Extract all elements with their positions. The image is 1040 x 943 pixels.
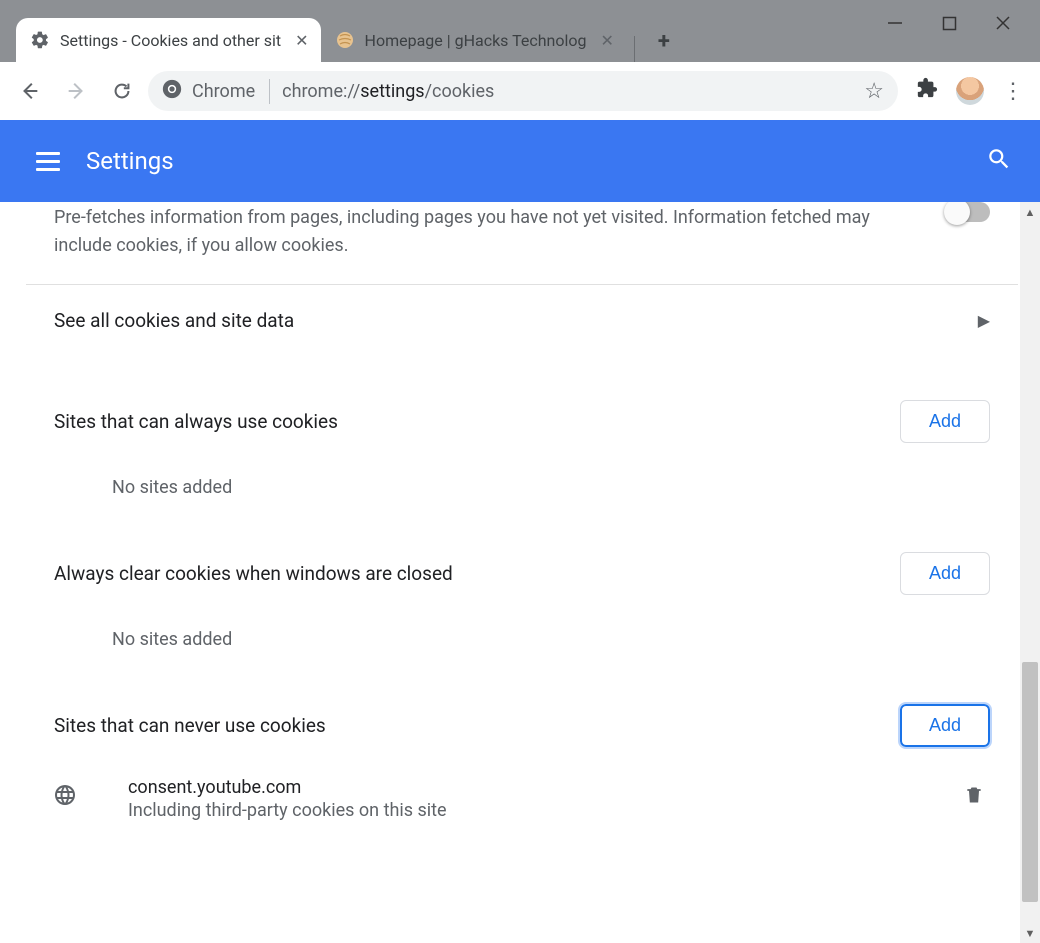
empty-message: No sites added xyxy=(26,443,1018,508)
section-title: Always clear cookies when windows are cl… xyxy=(54,562,453,585)
globe-icon xyxy=(52,783,78,813)
tab-title: Homepage | gHacks Technolog xyxy=(365,31,587,50)
vertical-scrollbar[interactable]: ▲ ▼ xyxy=(1020,202,1040,943)
site-info-chip[interactable]: Chrome xyxy=(162,79,270,104)
site-info[interactable]: consent.youtube.com Including third-part… xyxy=(128,775,944,821)
prefetch-description: Pre-fetches information from pages, incl… xyxy=(54,204,894,260)
toolbar-actions: ⋮ xyxy=(904,77,1030,105)
prefetch-toggle[interactable] xyxy=(946,202,990,222)
section-never-allow: Sites that can never use cookies Add xyxy=(26,660,1018,747)
trash-icon[interactable] xyxy=(964,784,984,811)
address-bar[interactable]: Chrome chrome://settings/cookies ☆ xyxy=(148,71,898,111)
forward-button[interactable] xyxy=(56,71,96,111)
chip-label: Chrome xyxy=(192,81,255,102)
site-entry-row: consent.youtube.com Including third-part… xyxy=(26,747,1018,831)
page-title: Settings xyxy=(86,147,174,175)
add-button[interactable]: Add xyxy=(900,400,990,443)
tab-strip: Settings - Cookies and other sit ✕ Homep… xyxy=(0,0,679,62)
section-clear-on-close: Always clear cookies when windows are cl… xyxy=(26,508,1018,595)
window-minimize-button[interactable] xyxy=(880,8,910,38)
see-all-cookies-link[interactable]: See all cookies and site data ▶ xyxy=(26,285,1018,356)
window-close-button[interactable] xyxy=(988,8,1018,38)
site-favicon xyxy=(335,30,355,50)
reload-button[interactable] xyxy=(102,71,142,111)
prefetch-setting-row: Pre-fetches information from pages, incl… xyxy=(26,202,1018,285)
site-domain: consent.youtube.com xyxy=(128,775,944,800)
menu-hamburger-icon[interactable] xyxy=(36,152,60,171)
search-button[interactable] xyxy=(986,146,1012,176)
chrome-icon xyxy=(162,79,182,104)
close-icon[interactable]: ✕ xyxy=(295,31,308,50)
window-maximize-button[interactable] xyxy=(934,8,964,38)
url-text: chrome://settings/cookies xyxy=(282,81,852,102)
add-button[interactable]: Add xyxy=(900,704,990,747)
add-button[interactable]: Add xyxy=(900,552,990,595)
chevron-right-icon: ▶ xyxy=(978,311,990,330)
new-tab-button[interactable]: + xyxy=(649,26,679,56)
browser-toolbar: Chrome chrome://settings/cookies ☆ ⋮ xyxy=(0,62,1040,120)
profile-avatar[interactable] xyxy=(956,77,984,105)
window-controls xyxy=(880,0,1040,38)
bookmark-star-icon[interactable]: ☆ xyxy=(864,79,884,104)
gear-icon xyxy=(30,30,50,50)
back-button[interactable] xyxy=(10,71,50,111)
tab-settings[interactable]: Settings - Cookies and other sit ✕ xyxy=(16,18,321,62)
tab-ghacks[interactable]: Homepage | gHacks Technolog ✕ xyxy=(321,18,626,62)
empty-message: No sites added xyxy=(26,595,1018,660)
tab-title: Settings - Cookies and other sit xyxy=(60,31,281,50)
section-title: Sites that can always use cookies xyxy=(54,410,338,433)
settings-content-wrap: Pre-fetches information from pages, incl… xyxy=(0,202,1040,943)
scroll-thumb[interactable] xyxy=(1022,662,1038,902)
see-all-label: See all cookies and site data xyxy=(54,309,294,332)
site-subtext: Including third-party cookies on this si… xyxy=(128,800,944,821)
section-always-allow: Sites that can always use cookies Add xyxy=(26,356,1018,443)
kebab-menu-icon[interactable]: ⋮ xyxy=(1002,79,1024,104)
window-titlebar: Settings - Cookies and other sit ✕ Homep… xyxy=(0,0,1040,62)
settings-header: Settings xyxy=(0,120,1040,202)
close-icon[interactable]: ✕ xyxy=(601,31,614,50)
settings-content: Pre-fetches information from pages, incl… xyxy=(0,202,1020,943)
tab-separator xyxy=(634,36,635,62)
scroll-down-arrow-icon[interactable]: ▼ xyxy=(1020,923,1040,943)
section-title: Sites that can never use cookies xyxy=(54,714,326,737)
extensions-icon[interactable] xyxy=(916,77,938,105)
scroll-up-arrow-icon[interactable]: ▲ xyxy=(1020,202,1040,222)
